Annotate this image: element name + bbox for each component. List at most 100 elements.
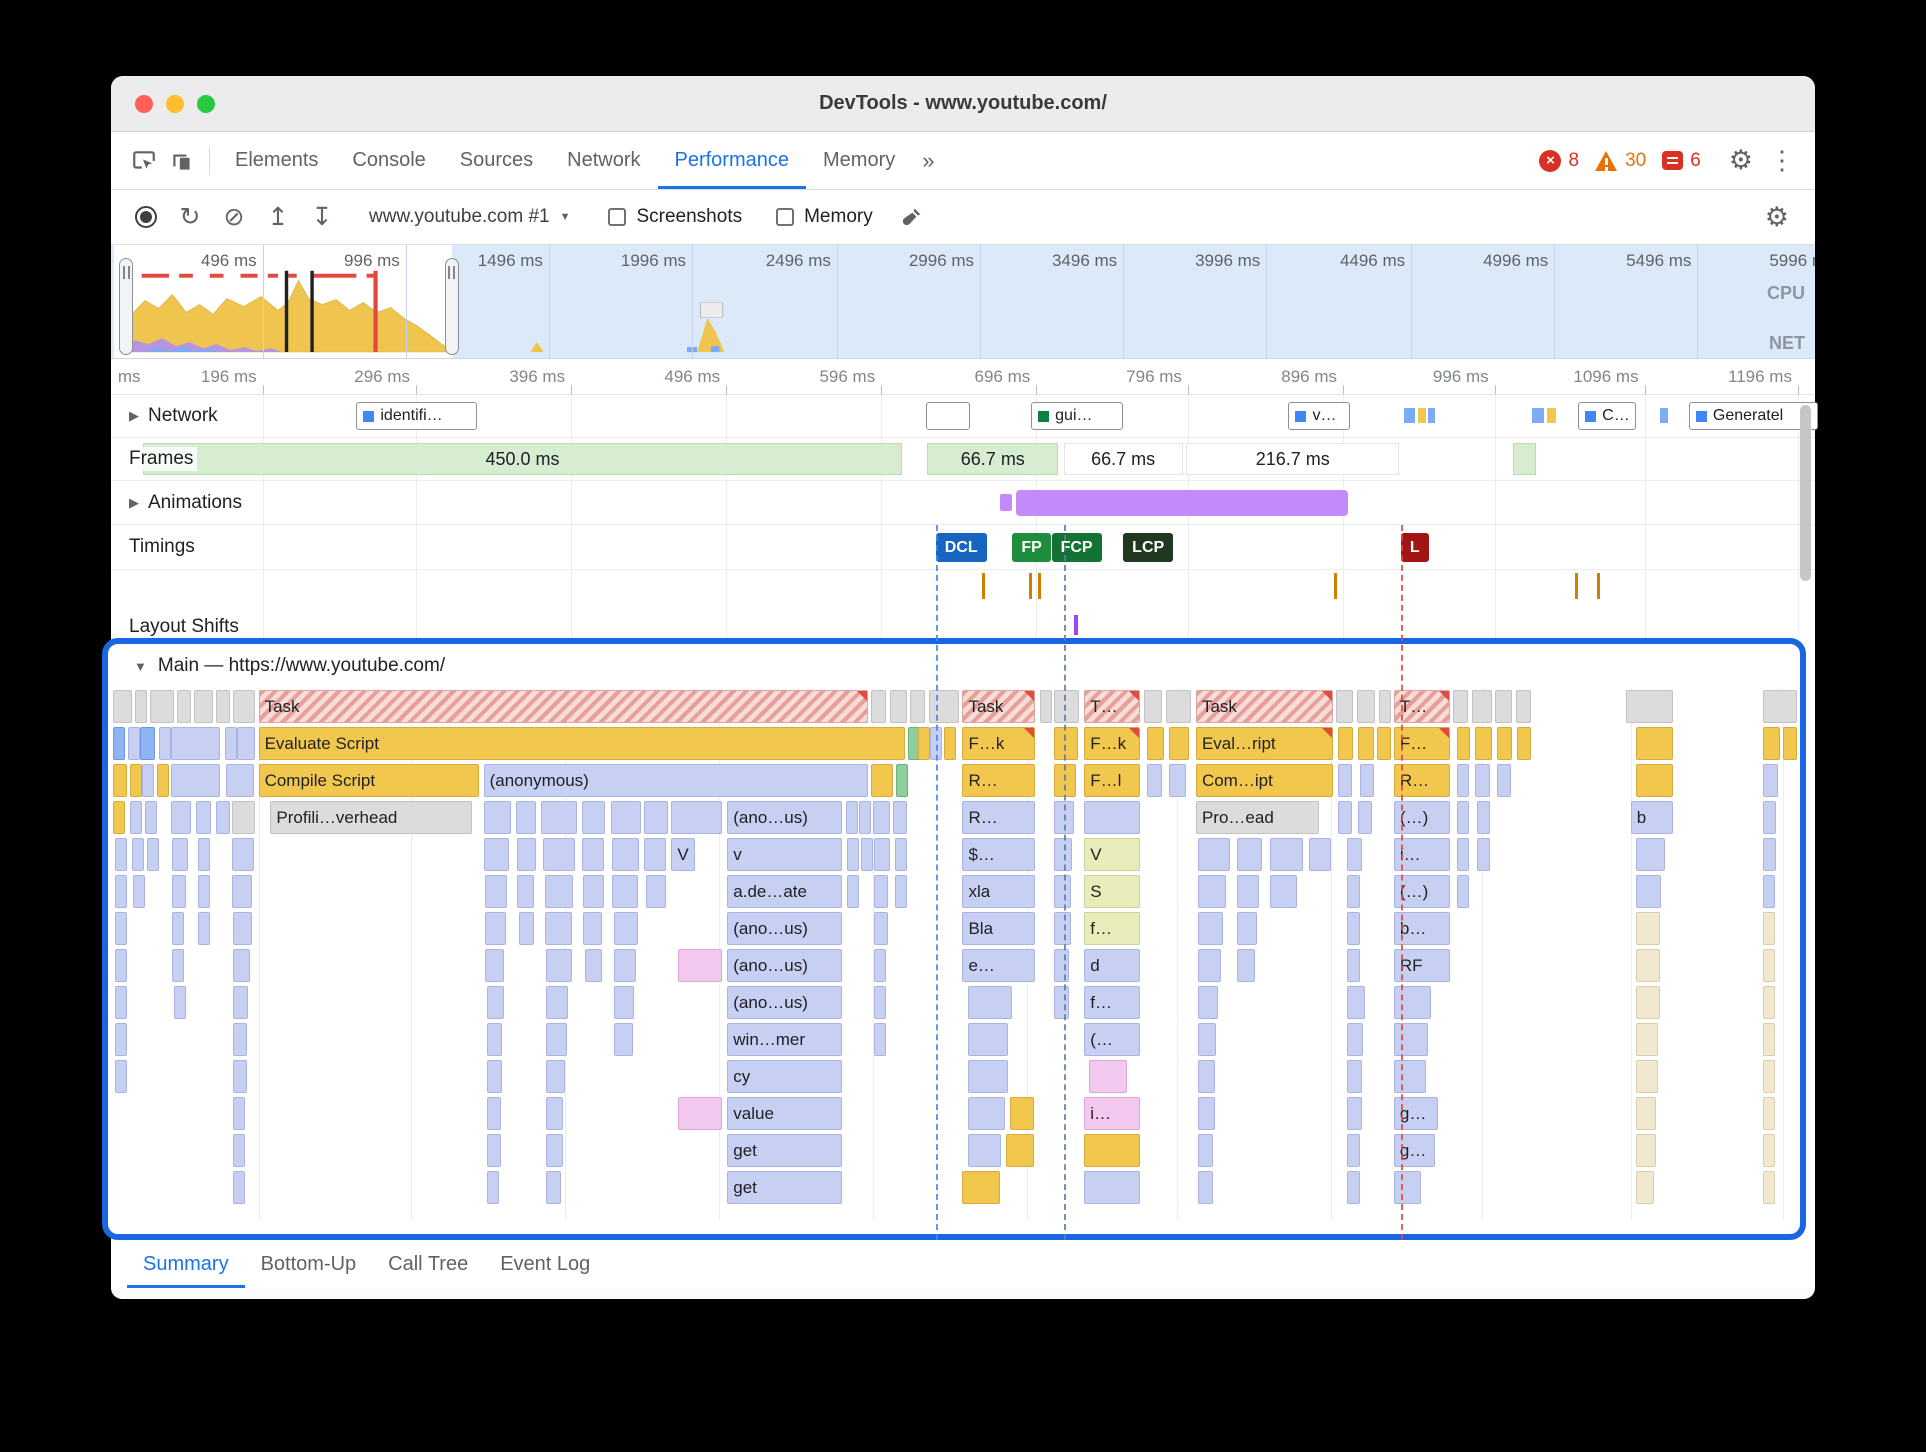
flame-entry[interactable] — [233, 912, 252, 945]
flame-entry[interactable] — [613, 912, 638, 945]
load-profile-icon[interactable]: ↥ — [259, 202, 297, 232]
flame-entry[interactable]: v — [727, 838, 843, 871]
flame-entry[interactable] — [613, 949, 636, 982]
flame-entry[interactable]: RF — [1393, 949, 1450, 982]
network-request[interactable]: gui… — [1031, 402, 1124, 430]
flame-entry[interactable] — [542, 838, 575, 871]
flame-entry[interactable] — [197, 838, 210, 871]
flame-entry[interactable] — [1393, 986, 1432, 1019]
flame-entry[interactable] — [113, 727, 126, 760]
flame-entry[interactable] — [1762, 1134, 1775, 1167]
flame-entry[interactable] — [1168, 764, 1186, 797]
main-menu-kebab-icon[interactable]: ⋮ — [1763, 145, 1801, 176]
flame-entry[interactable] — [1197, 1060, 1215, 1093]
flame-entry[interactable] — [1346, 949, 1361, 982]
flame-entry[interactable] — [487, 1134, 501, 1167]
flame-entry[interactable] — [967, 1023, 1009, 1056]
network-request[interactable] — [925, 402, 970, 430]
flame-entry[interactable] — [613, 1023, 633, 1056]
flame-entry[interactable] — [1635, 764, 1674, 797]
flame-entry[interactable] — [1084, 1171, 1141, 1204]
flame-entry[interactable] — [483, 801, 511, 834]
flame-entry[interactable] — [1515, 690, 1531, 723]
vertical-scrollbar[interactable] — [1800, 405, 1811, 581]
flame-entry[interactable] — [871, 690, 887, 723]
flame-entry[interactable]: V — [1084, 838, 1141, 871]
flame-entry[interactable] — [874, 986, 887, 1019]
flame-entry[interactable] — [195, 801, 212, 834]
network-request[interactable]: v… — [1288, 402, 1350, 430]
flame-entry[interactable] — [644, 838, 667, 871]
flame-entry[interactable] — [1197, 912, 1224, 945]
flame-entry[interactable] — [644, 801, 669, 834]
device-toolbar-icon[interactable] — [163, 142, 201, 180]
flame-entry[interactable] — [544, 912, 572, 945]
flame-entry[interactable] — [128, 727, 141, 760]
flame-entry[interactable] — [1762, 875, 1775, 908]
flame-entry[interactable] — [1089, 1060, 1127, 1093]
tab-performance[interactable]: Performance — [658, 132, 807, 189]
flame-entry[interactable] — [146, 838, 159, 871]
timing-marker-lcp[interactable]: LCP — [1123, 533, 1174, 562]
flame-entry[interactable] — [170, 801, 191, 834]
flame-entry[interactable] — [1338, 801, 1352, 834]
flame-entry[interactable] — [847, 875, 860, 908]
flame-entry[interactable] — [1197, 1171, 1213, 1204]
flame-entry[interactable]: f… — [1084, 912, 1141, 945]
issues-icon[interactable] — [1662, 151, 1684, 170]
flame-entry[interactable] — [172, 949, 185, 982]
flame-entry[interactable]: Pro…ead — [1195, 801, 1320, 834]
timing-marker-fp[interactable]: FP — [1012, 533, 1051, 562]
flame-entry[interactable] — [172, 912, 185, 945]
flame-entry[interactable] — [1762, 986, 1775, 1019]
flame-entry[interactable] — [967, 1134, 1002, 1167]
flame-entry[interactable] — [583, 875, 604, 908]
flame-entry[interactable]: f… — [1084, 986, 1141, 1019]
frame-segment[interactable]: 66.7 ms — [1063, 443, 1183, 475]
flame-entry[interactable]: (anonymous) — [483, 764, 868, 797]
flame-entry[interactable] — [1346, 1134, 1361, 1167]
flame-entry[interactable]: (ano…us) — [727, 986, 843, 1019]
flame-entry[interactable] — [135, 690, 148, 723]
flame-entry[interactable] — [236, 727, 256, 760]
flame-entry[interactable] — [1377, 727, 1391, 760]
flame-entry[interactable] — [1762, 764, 1778, 797]
flame-entry[interactable] — [226, 764, 254, 797]
more-tabs-icon[interactable]: » — [912, 148, 944, 174]
flame-entry[interactable] — [140, 727, 156, 760]
collect-garbage-icon[interactable] — [893, 198, 931, 236]
flame-entry[interactable]: Eval…ript — [1195, 727, 1333, 760]
flame-entry[interactable] — [874, 838, 890, 871]
flame-entry[interactable]: F…k — [962, 727, 1036, 760]
tab-sources[interactable]: Sources — [443, 132, 550, 189]
flame-entry[interactable] — [1236, 875, 1259, 908]
flame-entry[interactable] — [1146, 727, 1164, 760]
flame-entry[interactable]: Bla — [962, 912, 1036, 945]
flame-entry[interactable] — [1040, 690, 1053, 723]
flame-entry[interactable] — [581, 838, 604, 871]
flame-entry[interactable] — [871, 764, 894, 797]
flame-entry[interactable] — [197, 875, 210, 908]
flame-entry[interactable]: d — [1084, 949, 1141, 982]
flame-entry[interactable] — [546, 1134, 564, 1167]
frame-segment[interactable]: 450.0 ms — [143, 443, 902, 475]
flame-entry[interactable] — [519, 912, 535, 945]
flame-entry[interactable] — [544, 875, 574, 908]
flame-entry[interactable] — [233, 949, 251, 982]
flame-entry[interactable] — [233, 1097, 246, 1130]
flame-entry[interactable]: S — [1084, 875, 1141, 908]
flame-entry[interactable] — [1197, 986, 1218, 1019]
flame-entry[interactable] — [1084, 801, 1141, 834]
flame-entry[interactable] — [173, 986, 186, 1019]
flame-entry[interactable] — [1053, 838, 1073, 871]
flame-entry[interactable]: (…) — [1393, 875, 1450, 908]
flame-entry[interactable] — [485, 912, 506, 945]
tab-console[interactable]: Console — [335, 132, 442, 189]
flame-entry[interactable] — [113, 801, 126, 834]
flame-entry[interactable] — [1053, 912, 1071, 945]
flame-entry[interactable] — [874, 875, 888, 908]
flame-entry[interactable] — [1236, 912, 1257, 945]
flame-entry[interactable] — [1336, 690, 1354, 723]
flame-entry[interactable] — [1635, 1060, 1658, 1093]
flame-entry[interactable]: g… — [1393, 1134, 1435, 1167]
